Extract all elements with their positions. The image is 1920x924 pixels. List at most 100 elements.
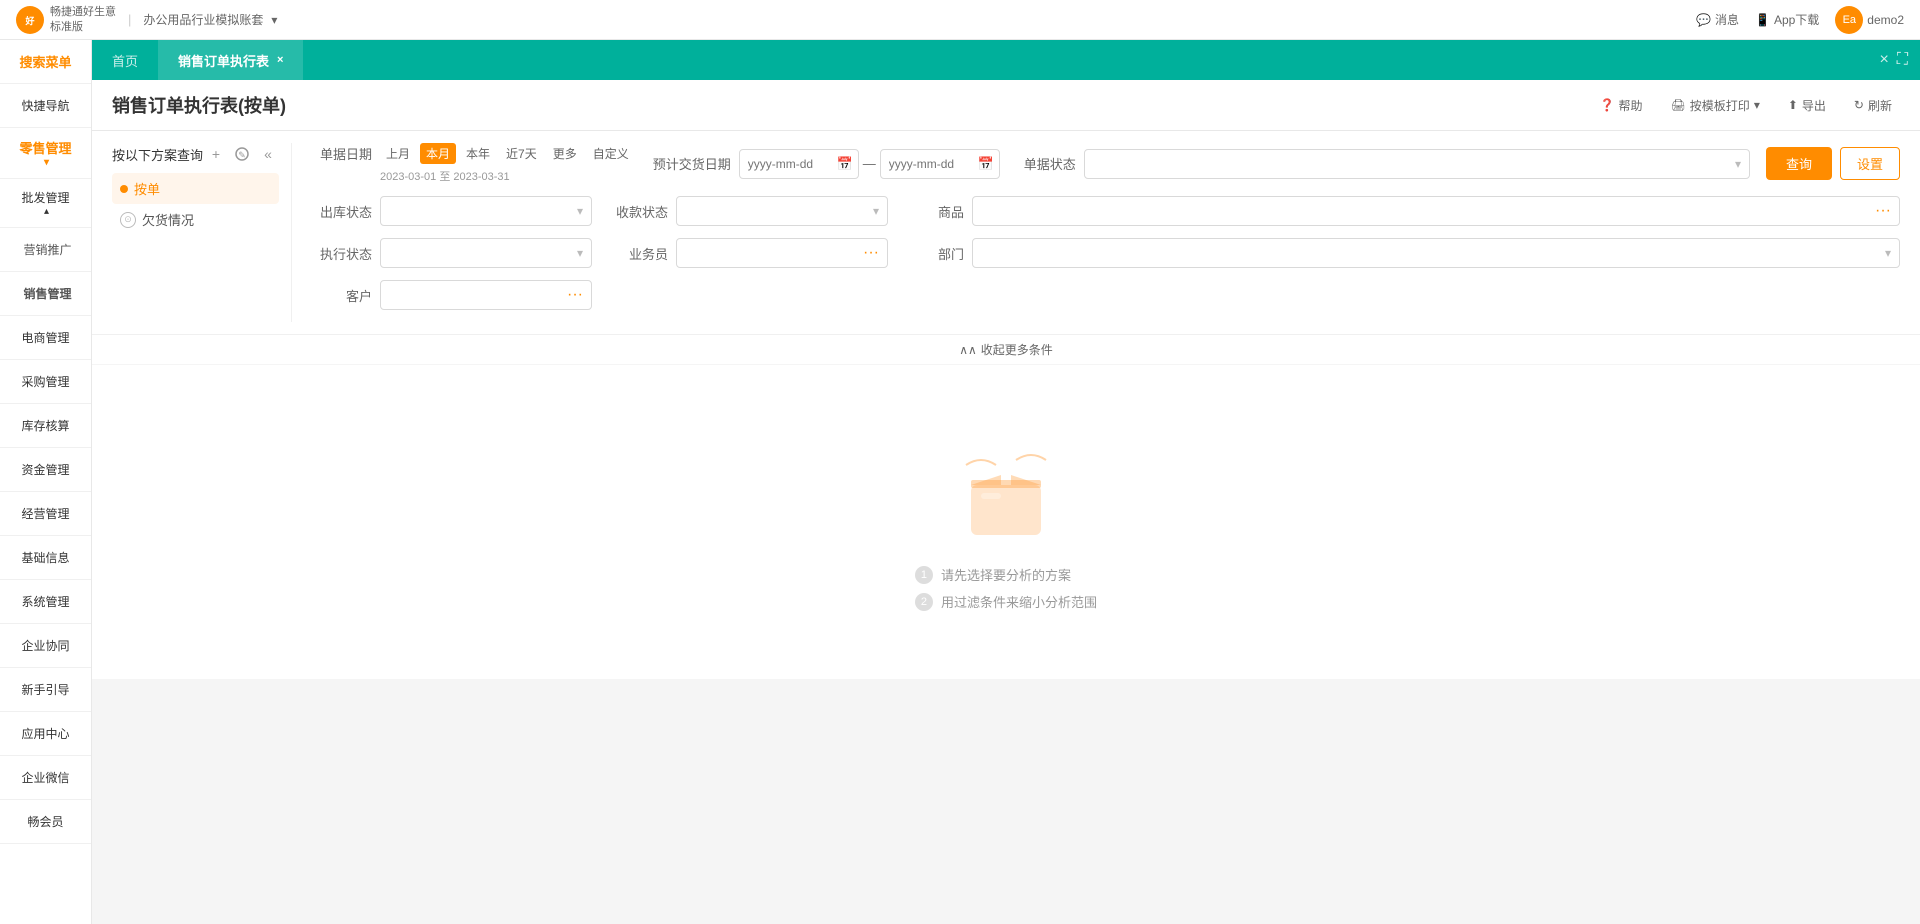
collapse-icon: ∧∧ xyxy=(959,343,977,357)
refresh-icon: ↻ xyxy=(1854,98,1864,112)
content-area: 首页 销售订单执行表 × × ⛶ 销售订单执行表(按单) ❓ 帮助 xyxy=(92,40,1920,924)
active-dot-icon xyxy=(120,185,128,193)
sidebar-item-retail[interactable]: 零售管理 ▾ xyxy=(0,128,91,179)
sidebar-item-wholesale[interactable]: 批发管理 ▴ xyxy=(0,179,91,228)
exec-status-dropdown[interactable]: ▾ xyxy=(380,238,592,268)
minimize-icon[interactable]: × xyxy=(1879,51,1888,69)
sidebar-item-sales-mgmt[interactable]: 销售管理 xyxy=(0,272,91,316)
empty-step-2: 2 用过滤条件来缩小分析范围 xyxy=(915,592,1097,611)
goods-ellipsis[interactable]: ··· xyxy=(1875,202,1891,220)
print-dropdown-icon: ▾ xyxy=(1754,98,1760,112)
empty-text-list: 1 请先选择要分析的方案 2 用过滤条件来缩小分析范围 xyxy=(915,565,1097,619)
doc-status-label: 单据状态 xyxy=(1016,154,1076,173)
message-button[interactable]: 💬 消息 xyxy=(1696,11,1739,28)
svg-text:好: 好 xyxy=(24,15,34,26)
customer-dropdown[interactable]: ··· xyxy=(380,280,592,310)
download-icon: 📱 xyxy=(1755,13,1770,27)
filter-sidebar-icons: + ✎ « xyxy=(205,143,279,165)
top-bar-left: 好 畅捷通好生意 标准版 | 办公用品行业模拟账套 ▾ xyxy=(16,5,277,34)
date-tab-this-year[interactable]: 本年 xyxy=(460,143,496,164)
page-header: 销售订单执行表(按单) ❓ 帮助 🖨 按模板打印 ▾ ⬆ 导出 xyxy=(92,80,1920,131)
sidebar-item-operations[interactable]: 经营管理 xyxy=(0,492,91,536)
tab-home[interactable]: 首页 xyxy=(92,40,158,80)
customer-ellipsis[interactable]: ··· xyxy=(567,286,583,304)
main-layout: 搜索菜单 快捷导航 零售管理 ▾ 批发管理 ▴ 营销推广 销售管理 电商管理 采… xyxy=(0,40,1920,924)
sidebar-item-finance[interactable]: 资金管理 xyxy=(0,448,91,492)
sidebar-item-enterprise[interactable]: 企业协同 xyxy=(0,624,91,668)
date-tab-this-month[interactable]: 本月 xyxy=(420,143,456,164)
receive-status-dropdown[interactable]: ▾ xyxy=(676,196,888,226)
exec-status-label: 执行状态 xyxy=(312,244,372,263)
help-icon: ❓ xyxy=(1600,98,1615,112)
sidebar-item-search[interactable]: 搜索菜单 xyxy=(0,40,91,84)
date-tab-last-month[interactable]: 上月 xyxy=(380,143,416,164)
expected-date-end[interactable] xyxy=(880,149,1000,179)
date-tab-more[interactable]: 更多 xyxy=(547,143,583,164)
goods-dropdown[interactable]: ··· xyxy=(972,196,1900,226)
collapse-bar[interactable]: ∧∧ 收起更多条件 xyxy=(92,334,1920,364)
filter-main: 单据日期 上月 本月 本年 近7天 更多 自定义 xyxy=(292,143,1900,322)
app-download-button[interactable]: 📱 App下载 xyxy=(1755,11,1819,28)
receive-status-arrow: ▾ xyxy=(873,204,879,218)
dept-label: 部门 xyxy=(904,244,964,263)
tab-close-icon[interactable]: × xyxy=(277,54,283,66)
maximize-icon[interactable]: ⛶ xyxy=(1897,51,1908,69)
sidebar-item-enterprise-wechat[interactable]: 企业微信 xyxy=(0,756,91,800)
filter-row-3: 执行状态 ▾ 业务员 ··· xyxy=(312,238,1900,268)
page-title: 销售订单执行表(按单) xyxy=(112,92,286,118)
help-button[interactable]: ❓ 帮助 xyxy=(1592,93,1651,118)
sidebar-item-quick-nav[interactable]: 快捷导航 xyxy=(0,84,91,128)
sidebar-item-app-center[interactable]: 应用中心 xyxy=(0,712,91,756)
filter-row-4: 客户 ··· xyxy=(312,280,1900,310)
tab-active[interactable]: 销售订单执行表 × xyxy=(158,40,303,80)
refresh-button[interactable]: ↻ 刷新 xyxy=(1846,93,1900,118)
doc-status-dropdown[interactable]: ▾ xyxy=(1084,149,1750,179)
sidebar-item-ecommerce[interactable]: 电商管理 xyxy=(0,316,91,360)
sidebar-item-purchase[interactable]: 采购管理 xyxy=(0,360,91,404)
add-scheme-button[interactable]: + xyxy=(205,143,227,165)
logo-icon: 好 xyxy=(16,6,44,34)
top-bar-right: 💬 消息 📱 App下载 Ea demo2 xyxy=(1696,6,1904,34)
page-header-actions: ❓ 帮助 🖨 按模板打印 ▾ ⬆ 导出 ↻ 刷新 xyxy=(1592,93,1900,118)
date-tab-7days[interactable]: 近7天 xyxy=(500,143,543,164)
sidebar-item-newbie[interactable]: 新手引导 xyxy=(0,668,91,712)
sidebar-item-basic-info[interactable]: 基础信息 xyxy=(0,536,91,580)
salesperson-label: 业务员 xyxy=(608,244,668,263)
svg-text:✎: ✎ xyxy=(238,150,246,160)
export-icon: ⬆ xyxy=(1788,98,1798,112)
filter-sidebar-header: 按以下方案查询 + ✎ « xyxy=(112,143,279,165)
dept-dropdown[interactable]: ▾ xyxy=(972,238,1900,268)
export-button[interactable]: ⬆ 导出 xyxy=(1780,93,1834,118)
filter-panel-inner: 按以下方案查询 + ✎ « 按单 xyxy=(92,131,1920,334)
date-label: 单据日期 xyxy=(312,144,372,163)
teal-tab-bar: 首页 销售订单执行表 × × ⛶ xyxy=(92,40,1920,80)
expected-date-label: 预计交货日期 xyxy=(651,154,731,173)
message-icon: 💬 xyxy=(1696,13,1711,27)
sidebar-item-inventory[interactable]: 库存核算 xyxy=(0,404,91,448)
query-button[interactable]: 查询 xyxy=(1766,147,1832,180)
expected-date-start[interactable] xyxy=(739,149,859,179)
breadcrumb-dropdown-icon[interactable]: ▾ xyxy=(271,13,277,27)
sidebar-item-marketing[interactable]: 营销推广 xyxy=(0,228,91,272)
sidebar-item-vip[interactable]: 畅会员 xyxy=(0,800,91,844)
dept-arrow: ▾ xyxy=(1885,246,1891,260)
exec-status-arrow: ▾ xyxy=(577,246,583,260)
breadcrumb-text: 办公用品行业模拟账套 xyxy=(143,11,263,28)
page-content: 销售订单执行表(按单) ❓ 帮助 🖨 按模板打印 ▾ ⬆ 导出 xyxy=(92,80,1920,924)
out-status-dropdown[interactable]: ▾ xyxy=(380,196,592,226)
print-button[interactable]: 🖨 按模板打印 ▾ xyxy=(1663,93,1768,118)
sidebar-item-system[interactable]: 系统管理 xyxy=(0,580,91,624)
logo-text: 畅捷通好生意 标准版 xyxy=(50,5,116,34)
scheme-item-欠货情况[interactable]: ⊙ 欠货情况 xyxy=(112,204,279,235)
edit-scheme-button[interactable]: ✎ xyxy=(231,143,253,165)
user-menu[interactable]: Ea demo2 xyxy=(1835,6,1904,34)
customer-label: 客户 xyxy=(312,286,372,305)
salesperson-dropdown[interactable]: ··· xyxy=(676,238,888,268)
action-row: 查询 设置 xyxy=(1766,147,1900,180)
date-tab-custom[interactable]: 自定义 xyxy=(587,143,635,164)
filter-panel: 按以下方案查询 + ✎ « 按单 xyxy=(92,131,1920,364)
settings-button[interactable]: 设置 xyxy=(1840,147,1900,180)
scheme-item-按单[interactable]: 按单 xyxy=(112,173,279,204)
salesperson-ellipsis[interactable]: ··· xyxy=(863,244,879,262)
collapse-sidebar-button[interactable]: « xyxy=(257,143,279,165)
